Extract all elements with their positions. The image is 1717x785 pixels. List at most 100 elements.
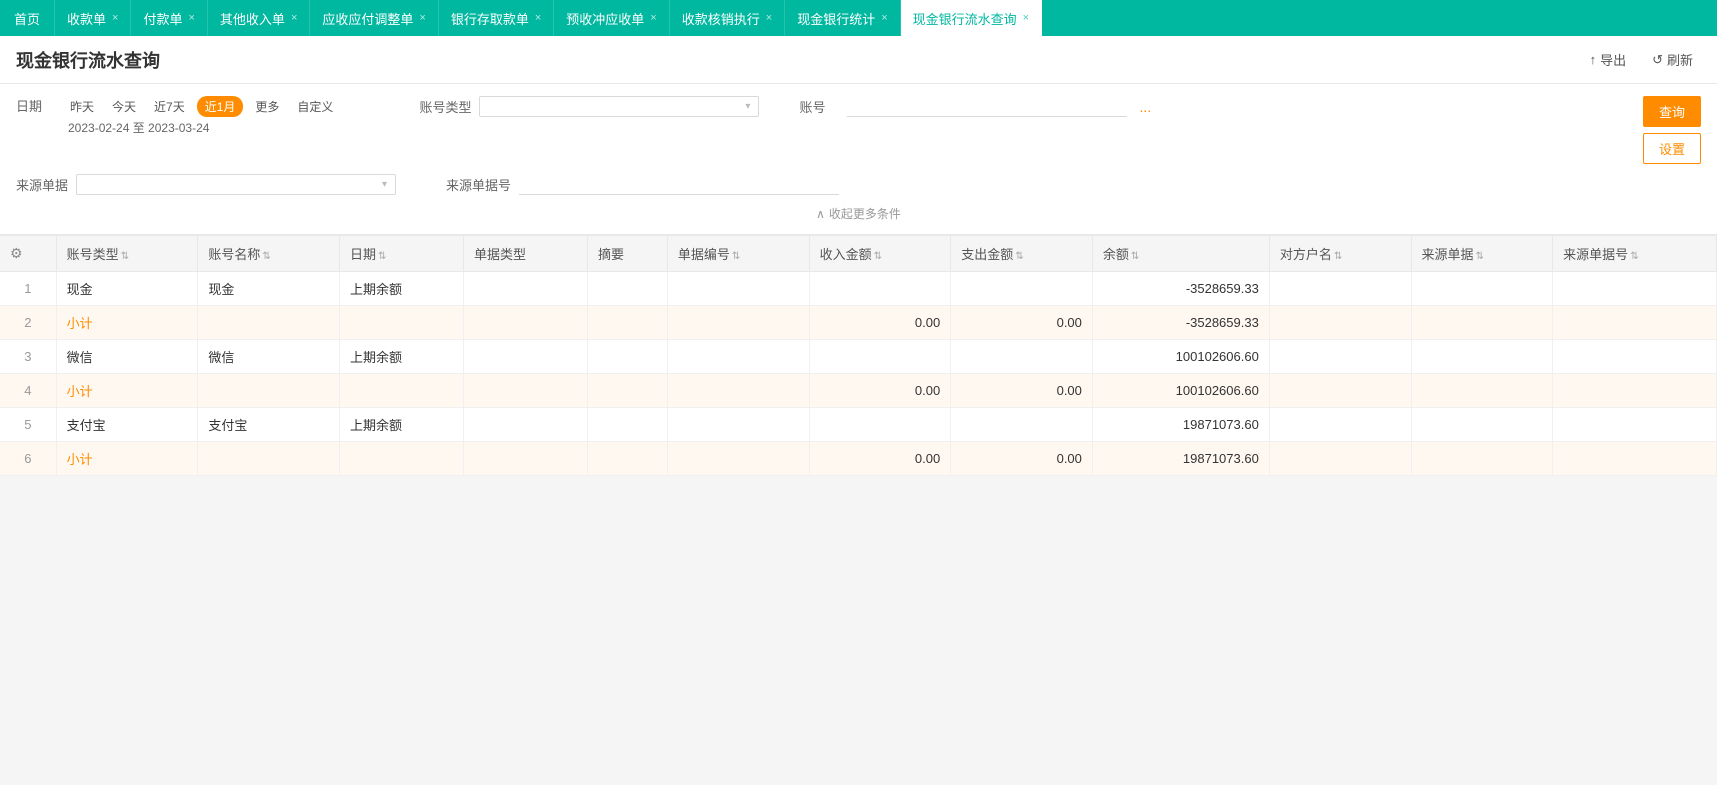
export-button[interactable]: ↑ 导出 xyxy=(1582,46,1635,73)
cell-counterparty xyxy=(1269,408,1411,442)
cell-num: 1 xyxy=(0,272,56,306)
tab-close[interactable]: × xyxy=(188,12,194,24)
cell-source_doc_num xyxy=(1553,374,1717,408)
cell-counterparty xyxy=(1269,442,1411,476)
col-counterparty[interactable]: 对方户名⇅ xyxy=(1269,236,1411,272)
cell-doc_type xyxy=(464,374,588,408)
cell-doc_type xyxy=(464,272,588,306)
cell-date: 上期余额 xyxy=(340,340,464,374)
col-income[interactable]: 收入金额⇅ xyxy=(809,236,951,272)
tab-label: 预收冲应收单 xyxy=(566,9,644,28)
col-label: 余额 xyxy=(1103,247,1129,262)
date-today[interactable]: 今天 xyxy=(106,96,142,117)
nav-tab-现金银行统计[interactable]: 现金银行统计 × xyxy=(785,0,900,36)
tab-close[interactable]: × xyxy=(650,12,656,24)
tab-label: 付款单 xyxy=(143,9,182,28)
table-row: 6小计0.000.0019871073.60 xyxy=(0,442,1717,476)
cell-num: 4 xyxy=(0,374,56,408)
cell-summary xyxy=(588,442,668,476)
tab-label: 现金银行统计 xyxy=(797,9,875,28)
cell-income xyxy=(809,408,951,442)
col-account_name[interactable]: 账号名称⇅ xyxy=(198,236,340,272)
source-doc-select[interactable]: ▾ xyxy=(76,174,396,195)
source-doc-arrow: ▾ xyxy=(382,179,387,190)
dots-button[interactable]: ... xyxy=(1135,99,1155,115)
cell-counterparty xyxy=(1269,272,1411,306)
table-row: 1现金现金上期余额-3528659.33 xyxy=(0,272,1717,306)
nav-tab-收款核销执行[interactable]: 收款核销执行× xyxy=(670,0,785,36)
col-label: 对方户名 xyxy=(1280,247,1332,262)
date-custom[interactable]: 自定义 xyxy=(291,96,339,117)
col-label: 来源单据 xyxy=(1422,247,1474,262)
data-table: ⚙账号类型⇅账号名称⇅日期⇅单据类型摘要单据编号⇅收入金额⇅支出金额⇅余额⇅对方… xyxy=(0,235,1717,476)
cell-num: 3 xyxy=(0,340,56,374)
cell-account_type: 小计 xyxy=(56,374,198,408)
gear-icon[interactable]: ⚙ xyxy=(10,245,23,261)
col-gear: ⚙ xyxy=(0,236,56,272)
nav-tab-付款单[interactable]: 付款单 × xyxy=(131,0,207,36)
tab-label: 现金银行流水查询 xyxy=(913,9,1017,28)
nav-home[interactable]: 首页 xyxy=(0,0,55,36)
cell-income xyxy=(809,340,951,374)
sort-icon: ⇅ xyxy=(1630,251,1638,262)
tab-close[interactable]: × xyxy=(766,12,772,24)
cell-source_doc_num xyxy=(1553,340,1717,374)
cell-doc_num xyxy=(667,340,809,374)
col-label: 单据类型 xyxy=(474,247,526,262)
cell-expense xyxy=(951,340,1093,374)
refresh-button[interactable]: ↺ 刷新 xyxy=(1644,46,1701,73)
date-1month[interactable]: 近1月 xyxy=(197,96,244,117)
col-label: 账号名称 xyxy=(208,247,260,262)
col-balance[interactable]: 余额⇅ xyxy=(1092,236,1269,272)
cell-date xyxy=(340,306,464,340)
tab-close[interactable]: × xyxy=(535,12,541,24)
refresh-icon: ↺ xyxy=(1652,52,1663,68)
col-date[interactable]: 日期⇅ xyxy=(340,236,464,272)
date-more[interactable]: 更多 xyxy=(249,96,285,117)
col-source_doc_num[interactable]: 来源单据号⇅ xyxy=(1553,236,1717,272)
source-doc-label: 来源单据 xyxy=(16,175,68,194)
tab-close[interactable]: × xyxy=(1023,12,1029,24)
col-label: 支出金额 xyxy=(961,247,1013,262)
tab-close[interactable]: × xyxy=(291,12,297,24)
cell-doc_num xyxy=(667,374,809,408)
source-doc-num-input[interactable] xyxy=(519,174,839,195)
cell-summary xyxy=(588,340,668,374)
nav-tab-现金银行流水查询[interactable]: 现金银行流水查询 × xyxy=(901,0,1042,36)
top-navigation: 首页 收款单×付款单×其他收入单×应收应付调整单×银行存取款单×预收冲应收单×收… xyxy=(0,0,1717,36)
nav-tab-其他收入单[interactable]: 其他收入单× xyxy=(208,0,310,36)
cell-doc_num xyxy=(667,442,809,476)
cell-account_type: 微信 xyxy=(56,340,198,374)
nav-tab-预收冲应收单[interactable]: 预收冲应收单 × xyxy=(554,0,669,36)
date-yesterday[interactable]: 昨天 xyxy=(64,96,100,117)
cell-date: 上期余额 xyxy=(340,408,464,442)
nav-tab-收款单[interactable]: 收款单× xyxy=(55,0,131,36)
date-7days[interactable]: 近7天 xyxy=(148,96,191,117)
account-type-select[interactable]: ▾ xyxy=(479,96,759,117)
col-account_type[interactable]: 账号类型⇅ xyxy=(56,236,198,272)
nav-tab-银行存取款单[interactable]: 银行存取款单× xyxy=(439,0,554,36)
col-doc_type: 单据类型 xyxy=(464,236,588,272)
query-button[interactable]: 查询 xyxy=(1643,96,1701,127)
tab-close[interactable]: × xyxy=(881,12,887,24)
sort-icon: ⇅ xyxy=(732,251,740,262)
col-source_doc[interactable]: 来源单据⇅ xyxy=(1411,236,1553,272)
cell-balance: 100102606.60 xyxy=(1092,374,1269,408)
setting-button[interactable]: 设置 xyxy=(1643,133,1701,164)
cell-source_doc xyxy=(1411,408,1553,442)
account-type-arrow: ▾ xyxy=(745,101,750,112)
cell-counterparty xyxy=(1269,374,1411,408)
table-row: 5支付宝支付宝上期余额19871073.60 xyxy=(0,408,1717,442)
account-type-label: 账号类型 xyxy=(419,97,471,116)
col-expense[interactable]: 支出金额⇅ xyxy=(951,236,1093,272)
cell-num: 6 xyxy=(0,442,56,476)
tab-close[interactable]: × xyxy=(112,12,118,24)
nav-tab-应收应付调整单[interactable]: 应收应付调整单× xyxy=(310,0,438,36)
col-doc_num[interactable]: 单据编号⇅ xyxy=(667,236,809,272)
tab-close[interactable]: × xyxy=(419,12,425,24)
cell-account_name xyxy=(198,306,340,340)
col-label: 账号类型 xyxy=(67,247,119,262)
cell-doc_num xyxy=(667,306,809,340)
collapse-bar[interactable]: ∧ 收起更多条件 xyxy=(16,205,1701,222)
account-input[interactable] xyxy=(847,96,1127,117)
